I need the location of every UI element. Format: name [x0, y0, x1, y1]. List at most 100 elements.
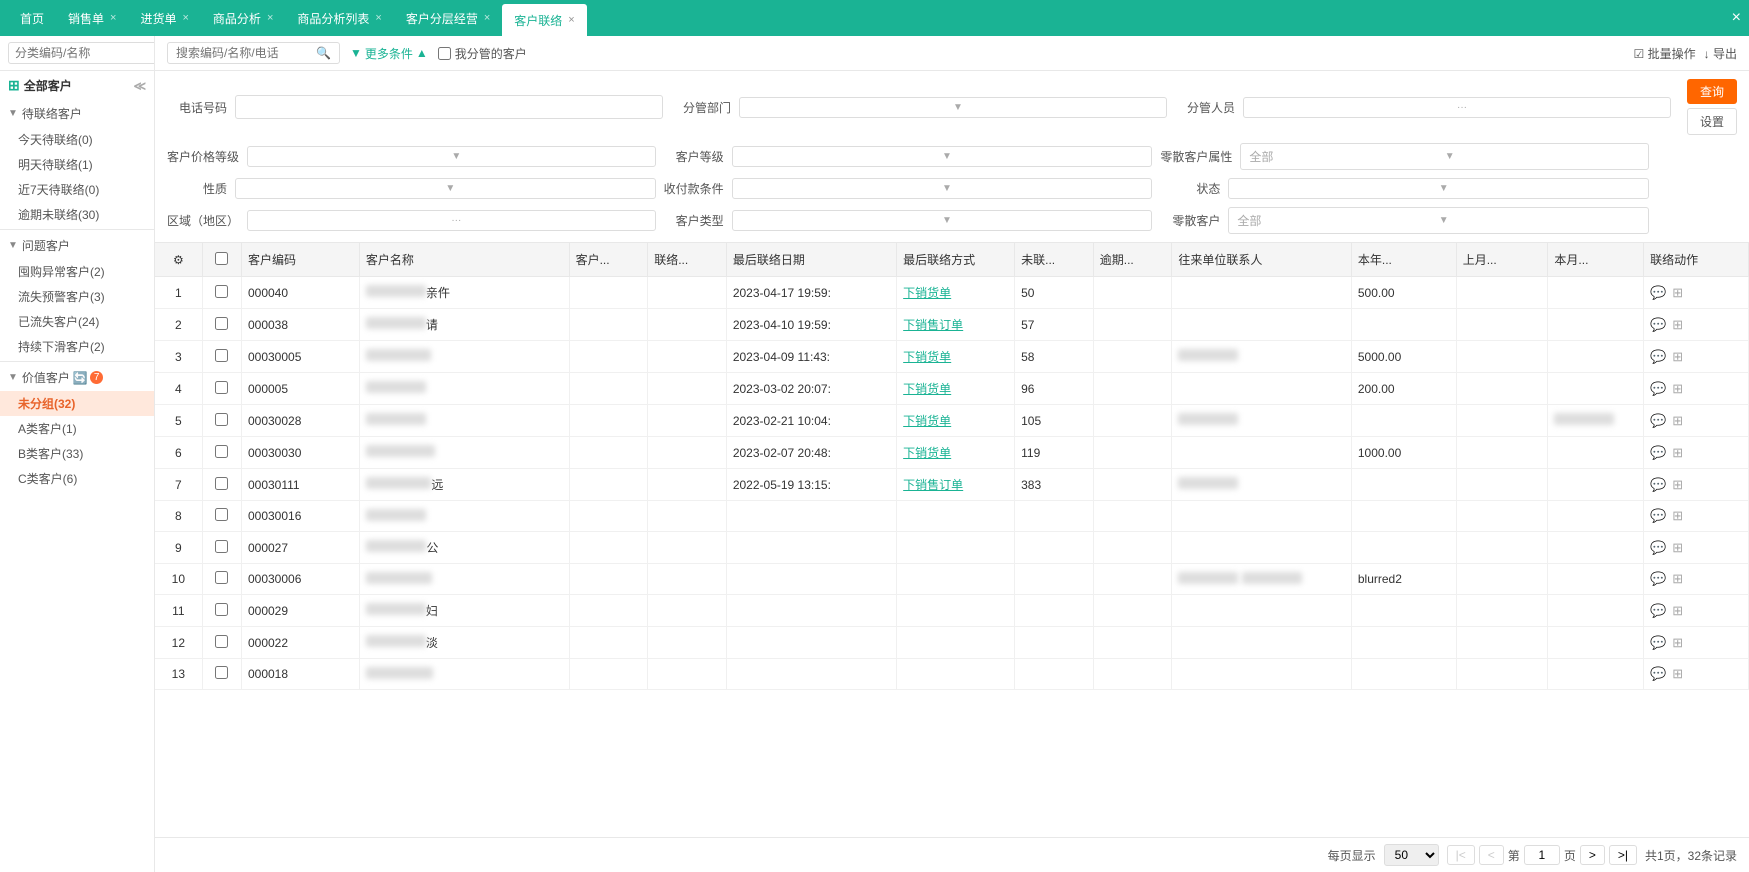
row-checkbox[interactable] [215, 317, 228, 330]
prev-page-btn[interactable]: < [1479, 845, 1504, 865]
cell-cb[interactable] [202, 341, 241, 373]
tab-product-analysis-close[interactable]: × [267, 12, 273, 24]
more-action-icon[interactable]: ⊞ [1672, 635, 1683, 651]
sidebar-item-today[interactable]: 今天待联络(0) [0, 127, 154, 152]
contact-icon[interactable]: 💬 [1650, 508, 1666, 524]
refresh-icon[interactable]: 🔄 [73, 371, 88, 385]
my-customer-input[interactable] [438, 47, 451, 60]
sidebar-search-input[interactable] [8, 42, 155, 64]
contact-icon[interactable]: 💬 [1650, 477, 1666, 493]
tab-sales[interactable]: 销售单 × [56, 4, 128, 32]
sidebar-item-churn-warning[interactable]: 流失预警客户(3) [0, 284, 154, 309]
tab-product-list-close[interactable]: × [375, 12, 381, 24]
tab-customer-contact-close[interactable]: × [568, 14, 574, 26]
last-way-link[interactable]: 下销货单 [903, 414, 951, 428]
contact-icon[interactable]: 💬 [1650, 445, 1666, 461]
contact-icon[interactable]: 💬 [1650, 571, 1666, 587]
reset-button[interactable]: 设置 [1687, 108, 1737, 135]
more-action-icon[interactable]: ⊞ [1672, 571, 1683, 587]
cell-cb[interactable] [202, 501, 241, 532]
row-checkbox[interactable] [215, 571, 228, 584]
sidebar-group-problem[interactable]: ▼ 问题客户 [0, 232, 154, 259]
tab-customer-tier[interactable]: 客户分层经营 × [394, 4, 502, 32]
my-customer-checkbox[interactable]: 我分管的客户 [438, 45, 527, 62]
more-action-icon[interactable]: ⊞ [1672, 285, 1683, 301]
sidebar-item-class-b[interactable]: B类客户(33) [0, 441, 154, 466]
query-button[interactable]: 查询 [1687, 79, 1737, 104]
tab-home[interactable]: 首页 [8, 4, 56, 32]
filter-retail-select[interactable]: 全部 ▼ [1228, 207, 1649, 234]
cell-cb[interactable] [202, 277, 241, 309]
more-action-icon[interactable]: ⊞ [1672, 445, 1683, 461]
sidebar-item-tomorrow[interactable]: 明天待联络(1) [0, 152, 154, 177]
filter-price-level-select[interactable]: ▼ [247, 146, 656, 167]
more-action-icon[interactable]: ⊞ [1672, 349, 1683, 365]
contact-icon[interactable]: 💬 [1650, 381, 1666, 397]
row-checkbox[interactable] [215, 508, 228, 521]
tab-product-analysis[interactable]: 商品分析 × [201, 4, 285, 32]
contact-icon[interactable]: 💬 [1650, 317, 1666, 333]
filter-payment-select[interactable]: ▼ [732, 178, 1153, 199]
tab-purchase[interactable]: 进货单 × [128, 4, 200, 32]
tab-purchase-close[interactable]: × [182, 12, 188, 24]
sidebar-item-churned[interactable]: 已流失客户(24) [0, 309, 154, 334]
th-settings[interactable]: ⚙ [155, 243, 202, 277]
more-action-icon[interactable]: ⊞ [1672, 508, 1683, 524]
more-action-icon[interactable]: ⊞ [1672, 317, 1683, 333]
page-input[interactable] [1524, 845, 1560, 865]
contact-icon[interactable]: 💬 [1650, 666, 1666, 682]
select-all-checkbox[interactable] [215, 252, 228, 265]
tab-sales-close[interactable]: × [110, 12, 116, 24]
cell-cb[interactable] [202, 437, 241, 469]
last-way-link[interactable]: 下销货单 [903, 446, 951, 460]
sidebar-item-abnormal[interactable]: 囤购异常客户(2) [0, 259, 154, 284]
more-action-icon[interactable]: ⊞ [1672, 666, 1683, 682]
cell-cb[interactable] [202, 627, 241, 659]
search-input[interactable] [176, 46, 316, 60]
filter-phone-input[interactable] [235, 95, 663, 119]
filter-retail-attr-select[interactable]: 全部 ▼ [1240, 143, 1649, 170]
filter-person-select[interactable]: ··· [1243, 97, 1671, 118]
filter-customer-level-select[interactable]: ▼ [732, 146, 1153, 167]
last-way-link[interactable]: 下销货单 [903, 286, 951, 300]
page-size-select[interactable]: 20 50 100 [1384, 844, 1439, 866]
cell-cb[interactable] [202, 659, 241, 690]
search-icon[interactable]: 🔍 [316, 46, 331, 60]
contact-icon[interactable]: 💬 [1650, 413, 1666, 429]
contact-icon[interactable]: 💬 [1650, 603, 1666, 619]
export-btn[interactable]: ↓ 导出 [1704, 45, 1737, 62]
tab-product-list[interactable]: 商品分析列表 × [285, 4, 393, 32]
filter-nature-select[interactable]: ▼ [235, 178, 656, 199]
row-checkbox[interactable] [215, 381, 228, 394]
contact-icon[interactable]: 💬 [1650, 540, 1666, 556]
first-page-btn[interactable]: |< [1447, 845, 1475, 865]
sidebar-group-value[interactable]: ▼ 价值客户 🔄 7 [0, 364, 154, 391]
last-page-btn[interactable]: >| [1609, 845, 1637, 865]
sidebar-group-pending[interactable]: ▼ 待联络客户 [0, 100, 154, 127]
row-checkbox[interactable] [215, 349, 228, 362]
row-checkbox[interactable] [215, 413, 228, 426]
tab-customer-tier-close[interactable]: × [484, 12, 490, 24]
cell-cb[interactable] [202, 405, 241, 437]
cell-cb[interactable] [202, 564, 241, 595]
sidebar-item-7days[interactable]: 近7天待联络(0) [0, 177, 154, 202]
next-page-btn[interactable]: > [1580, 845, 1605, 865]
contact-icon[interactable]: 💬 [1650, 635, 1666, 651]
row-checkbox[interactable] [215, 666, 228, 679]
collapse-sidebar-icon[interactable]: ≪ [133, 79, 146, 93]
contact-icon[interactable]: 💬 [1650, 349, 1666, 365]
filter-region-select[interactable]: ··· [247, 210, 656, 231]
last-way-link[interactable]: 下销售订单 [903, 318, 963, 332]
more-action-icon[interactable]: ⊞ [1672, 413, 1683, 429]
more-filter-btn[interactable]: ▼ 更多条件 ▲ [350, 45, 428, 62]
filter-customer-type-select[interactable]: ▼ [732, 210, 1153, 231]
more-action-icon[interactable]: ⊞ [1672, 540, 1683, 556]
last-way-link[interactable]: 下销货单 [903, 382, 951, 396]
row-checkbox[interactable] [215, 477, 228, 490]
batch-op-btn[interactable]: ☑ 批量操作 [1634, 45, 1696, 62]
sidebar-item-declining[interactable]: 持续下滑客户(2) [0, 334, 154, 359]
contact-icon[interactable]: 💬 [1650, 285, 1666, 301]
row-checkbox[interactable] [215, 635, 228, 648]
more-action-icon[interactable]: ⊞ [1672, 477, 1683, 493]
sidebar-item-overdue-contact[interactable]: 逾期未联络(30) [0, 202, 154, 227]
